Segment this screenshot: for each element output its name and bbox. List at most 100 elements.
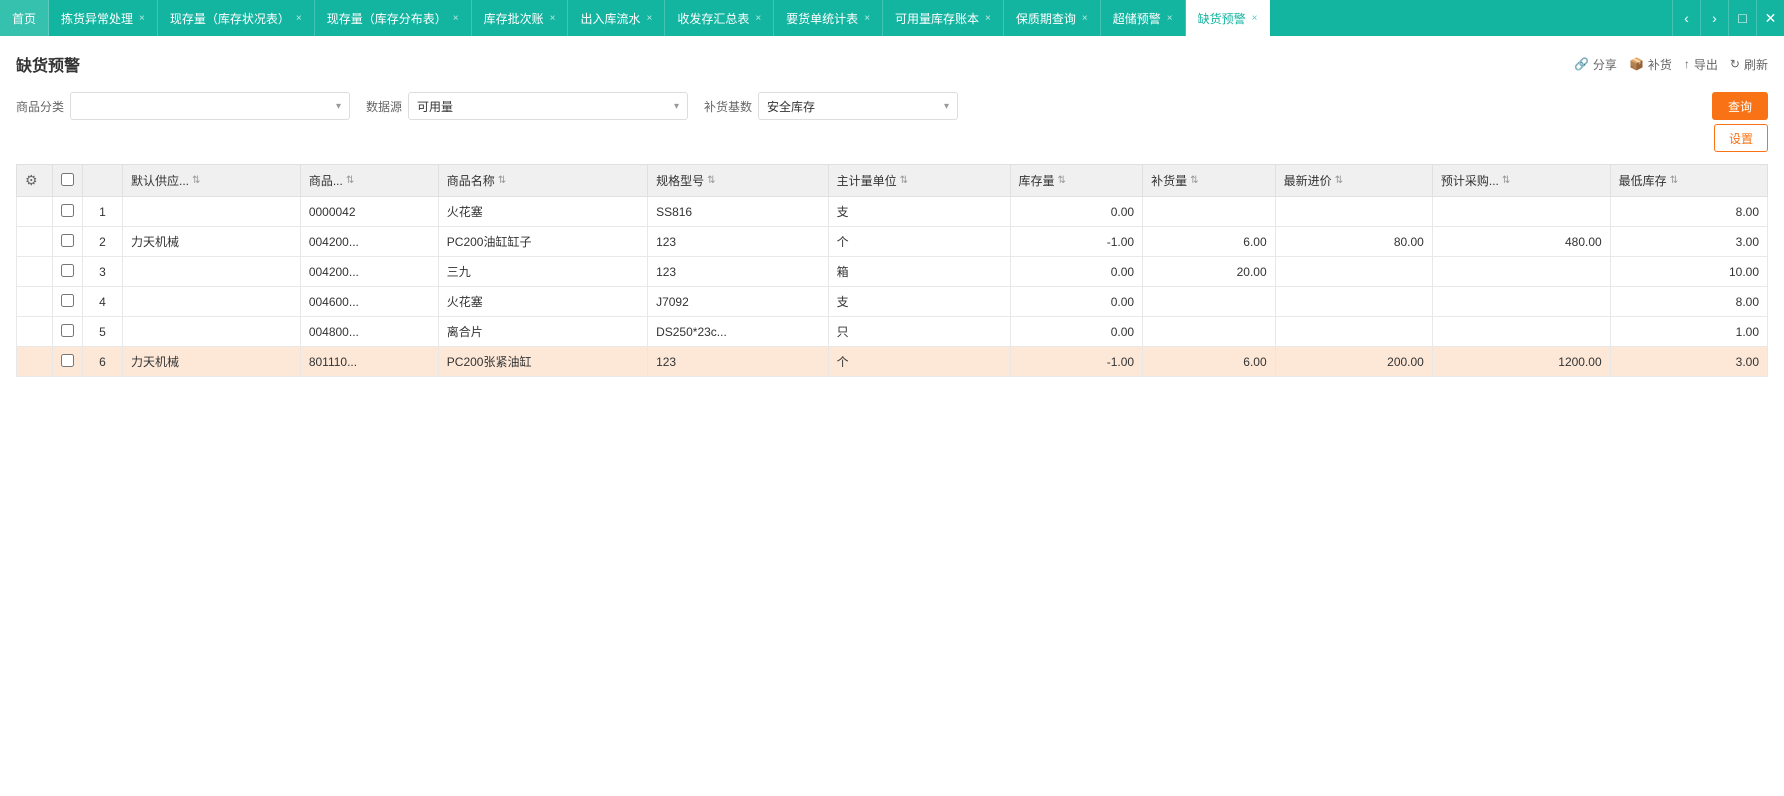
tab-shortage[interactable]: 缺货预警 × xyxy=(1186,0,1271,36)
close-icon[interactable]: × xyxy=(1082,13,1088,24)
row-settings xyxy=(17,197,53,227)
row-est-purchase xyxy=(1432,287,1610,317)
close-icon[interactable]: × xyxy=(139,13,145,24)
row-index: 1 xyxy=(83,197,123,227)
sort-icon[interactable]: ⇅ xyxy=(192,175,200,186)
row-checkbox[interactable] xyxy=(61,354,74,367)
tab-recv-summary[interactable]: 收发存汇总表 × xyxy=(665,0,774,36)
close-window-button[interactable]: ✕ xyxy=(1756,0,1784,36)
row-unit: 个 xyxy=(828,347,1010,377)
share-button[interactable]: 🔗 分享 xyxy=(1574,56,1617,73)
close-icon[interactable]: × xyxy=(453,13,459,24)
page-header: 缺货预警 🔗 分享 📦 补货 ↑ 导出 ↻ 刷新 xyxy=(16,52,1768,76)
sort-icon[interactable]: ⇅ xyxy=(346,175,354,186)
tab-inout-flow[interactable]: 出入库流水 × xyxy=(568,0,665,36)
sort-icon[interactable]: ⇅ xyxy=(707,175,715,186)
replenish-filter-group: 补货基数 安全库存 ▾ xyxy=(704,92,958,120)
close-icon[interactable]: × xyxy=(864,13,870,24)
row-est-purchase: 480.00 xyxy=(1432,227,1610,257)
row-checkbox[interactable] xyxy=(61,234,74,247)
tab-expiry[interactable]: 保质期查询 × xyxy=(1004,0,1101,36)
row-settings xyxy=(17,317,53,347)
row-checkbox-cell xyxy=(53,317,83,347)
close-icon[interactable]: × xyxy=(296,13,302,24)
replenish-button[interactable]: 📦 补货 xyxy=(1629,56,1672,73)
sort-icon[interactable]: ⇅ xyxy=(900,175,908,186)
row-unit: 箱 xyxy=(828,257,1010,287)
row-checkbox[interactable] xyxy=(61,294,74,307)
export-button[interactable]: ↑ 导出 xyxy=(1684,56,1718,73)
row-index: 3 xyxy=(83,257,123,287)
tab-demand-stats[interactable]: 要货单统计表 × xyxy=(774,0,883,36)
row-est-purchase xyxy=(1432,257,1610,287)
row-checkbox[interactable] xyxy=(61,324,74,337)
tab-pick-exception[interactable]: 拣货异常处理 × xyxy=(49,0,158,36)
row-supplier: 力天机械 xyxy=(123,227,301,257)
close-icon[interactable]: × xyxy=(646,13,652,24)
th-unit: 主计量单位 ⇅ xyxy=(828,165,1010,197)
row-latest-price xyxy=(1275,197,1432,227)
replenish-select[interactable]: 安全库存 ▾ xyxy=(758,92,958,120)
tab-stock-status[interactable]: 现存量（库存状况表） × xyxy=(158,0,315,36)
row-supplier xyxy=(123,317,301,347)
sort-icon[interactable]: ⇅ xyxy=(1335,175,1343,186)
row-product-code: 004800... xyxy=(300,317,438,347)
th-checkbox xyxy=(53,165,83,197)
tab-batch-account[interactable]: 库存批次账 × xyxy=(472,0,569,36)
row-product-code: 801110... xyxy=(300,347,438,377)
row-unit: 只 xyxy=(828,317,1010,347)
select-all-checkbox[interactable] xyxy=(61,173,74,186)
query-button[interactable]: 查询 xyxy=(1712,92,1768,120)
category-select[interactable]: ▾ xyxy=(70,92,350,120)
close-icon[interactable]: × xyxy=(1252,13,1258,24)
row-product-name: 离合片 xyxy=(438,317,647,347)
close-icon[interactable]: × xyxy=(985,13,991,24)
close-icon[interactable]: × xyxy=(1167,13,1173,24)
row-checkbox[interactable] xyxy=(61,204,74,217)
gear-icon[interactable]: ⚙ xyxy=(25,172,38,188)
th-spec: 规格型号 ⇅ xyxy=(648,165,829,197)
row-stock: 0.00 xyxy=(1010,257,1143,287)
settings-button[interactable]: 设置 xyxy=(1714,124,1768,152)
close-icon[interactable]: × xyxy=(550,13,556,24)
row-settings xyxy=(17,347,53,377)
refresh-icon: ↻ xyxy=(1730,57,1740,71)
row-replenish-qty xyxy=(1143,197,1276,227)
row-product-code: 0000042 xyxy=(300,197,438,227)
row-checkbox[interactable] xyxy=(61,264,74,277)
row-latest-price: 200.00 xyxy=(1275,347,1432,377)
th-latest-price: 最新进价 ⇅ xyxy=(1275,165,1432,197)
tab-home[interactable]: 首页 xyxy=(0,0,49,36)
tab-available-ledger[interactable]: 可用量库存账本 × xyxy=(883,0,1004,36)
row-checkbox-cell xyxy=(53,197,83,227)
sort-icon[interactable]: ⇅ xyxy=(1190,175,1198,186)
th-supplier: 默认供应... ⇅ xyxy=(123,165,301,197)
row-index: 2 xyxy=(83,227,123,257)
row-index: 4 xyxy=(83,287,123,317)
row-est-purchase xyxy=(1432,197,1610,227)
replenish-label: 补货基数 xyxy=(704,98,752,115)
tab-stock-dist[interactable]: 现存量（库存分布表） × xyxy=(315,0,472,36)
maximize-button[interactable]: □ xyxy=(1728,0,1756,36)
row-replenish-qty: 20.00 xyxy=(1143,257,1276,287)
row-min-stock: 8.00 xyxy=(1610,287,1767,317)
tab-overstock[interactable]: 超储预警 × xyxy=(1101,0,1186,36)
row-latest-price: 80.00 xyxy=(1275,227,1432,257)
row-index: 5 xyxy=(83,317,123,347)
row-supplier: 力天机械 xyxy=(123,347,301,377)
page-content: 缺货预警 🔗 分享 📦 补货 ↑ 导出 ↻ 刷新 商品分类 xyxy=(0,36,1784,796)
refresh-button[interactable]: ↻ 刷新 xyxy=(1730,56,1768,73)
sort-icon[interactable]: ⇅ xyxy=(1058,175,1066,186)
close-icon[interactable]: × xyxy=(755,13,761,24)
row-latest-price xyxy=(1275,287,1432,317)
row-unit: 支 xyxy=(828,287,1010,317)
nav-prev-button[interactable]: ‹ xyxy=(1672,0,1700,36)
sort-icon[interactable]: ⇅ xyxy=(1502,175,1510,186)
sort-icon[interactable]: ⇅ xyxy=(1670,175,1678,186)
row-min-stock: 3.00 xyxy=(1610,227,1767,257)
th-min-stock: 最低库存 ⇅ xyxy=(1610,165,1767,197)
sort-icon[interactable]: ⇅ xyxy=(498,175,506,186)
row-product-name: 三九 xyxy=(438,257,647,287)
datasource-select[interactable]: 可用量 ▾ xyxy=(408,92,688,120)
nav-next-button[interactable]: › xyxy=(1700,0,1728,36)
